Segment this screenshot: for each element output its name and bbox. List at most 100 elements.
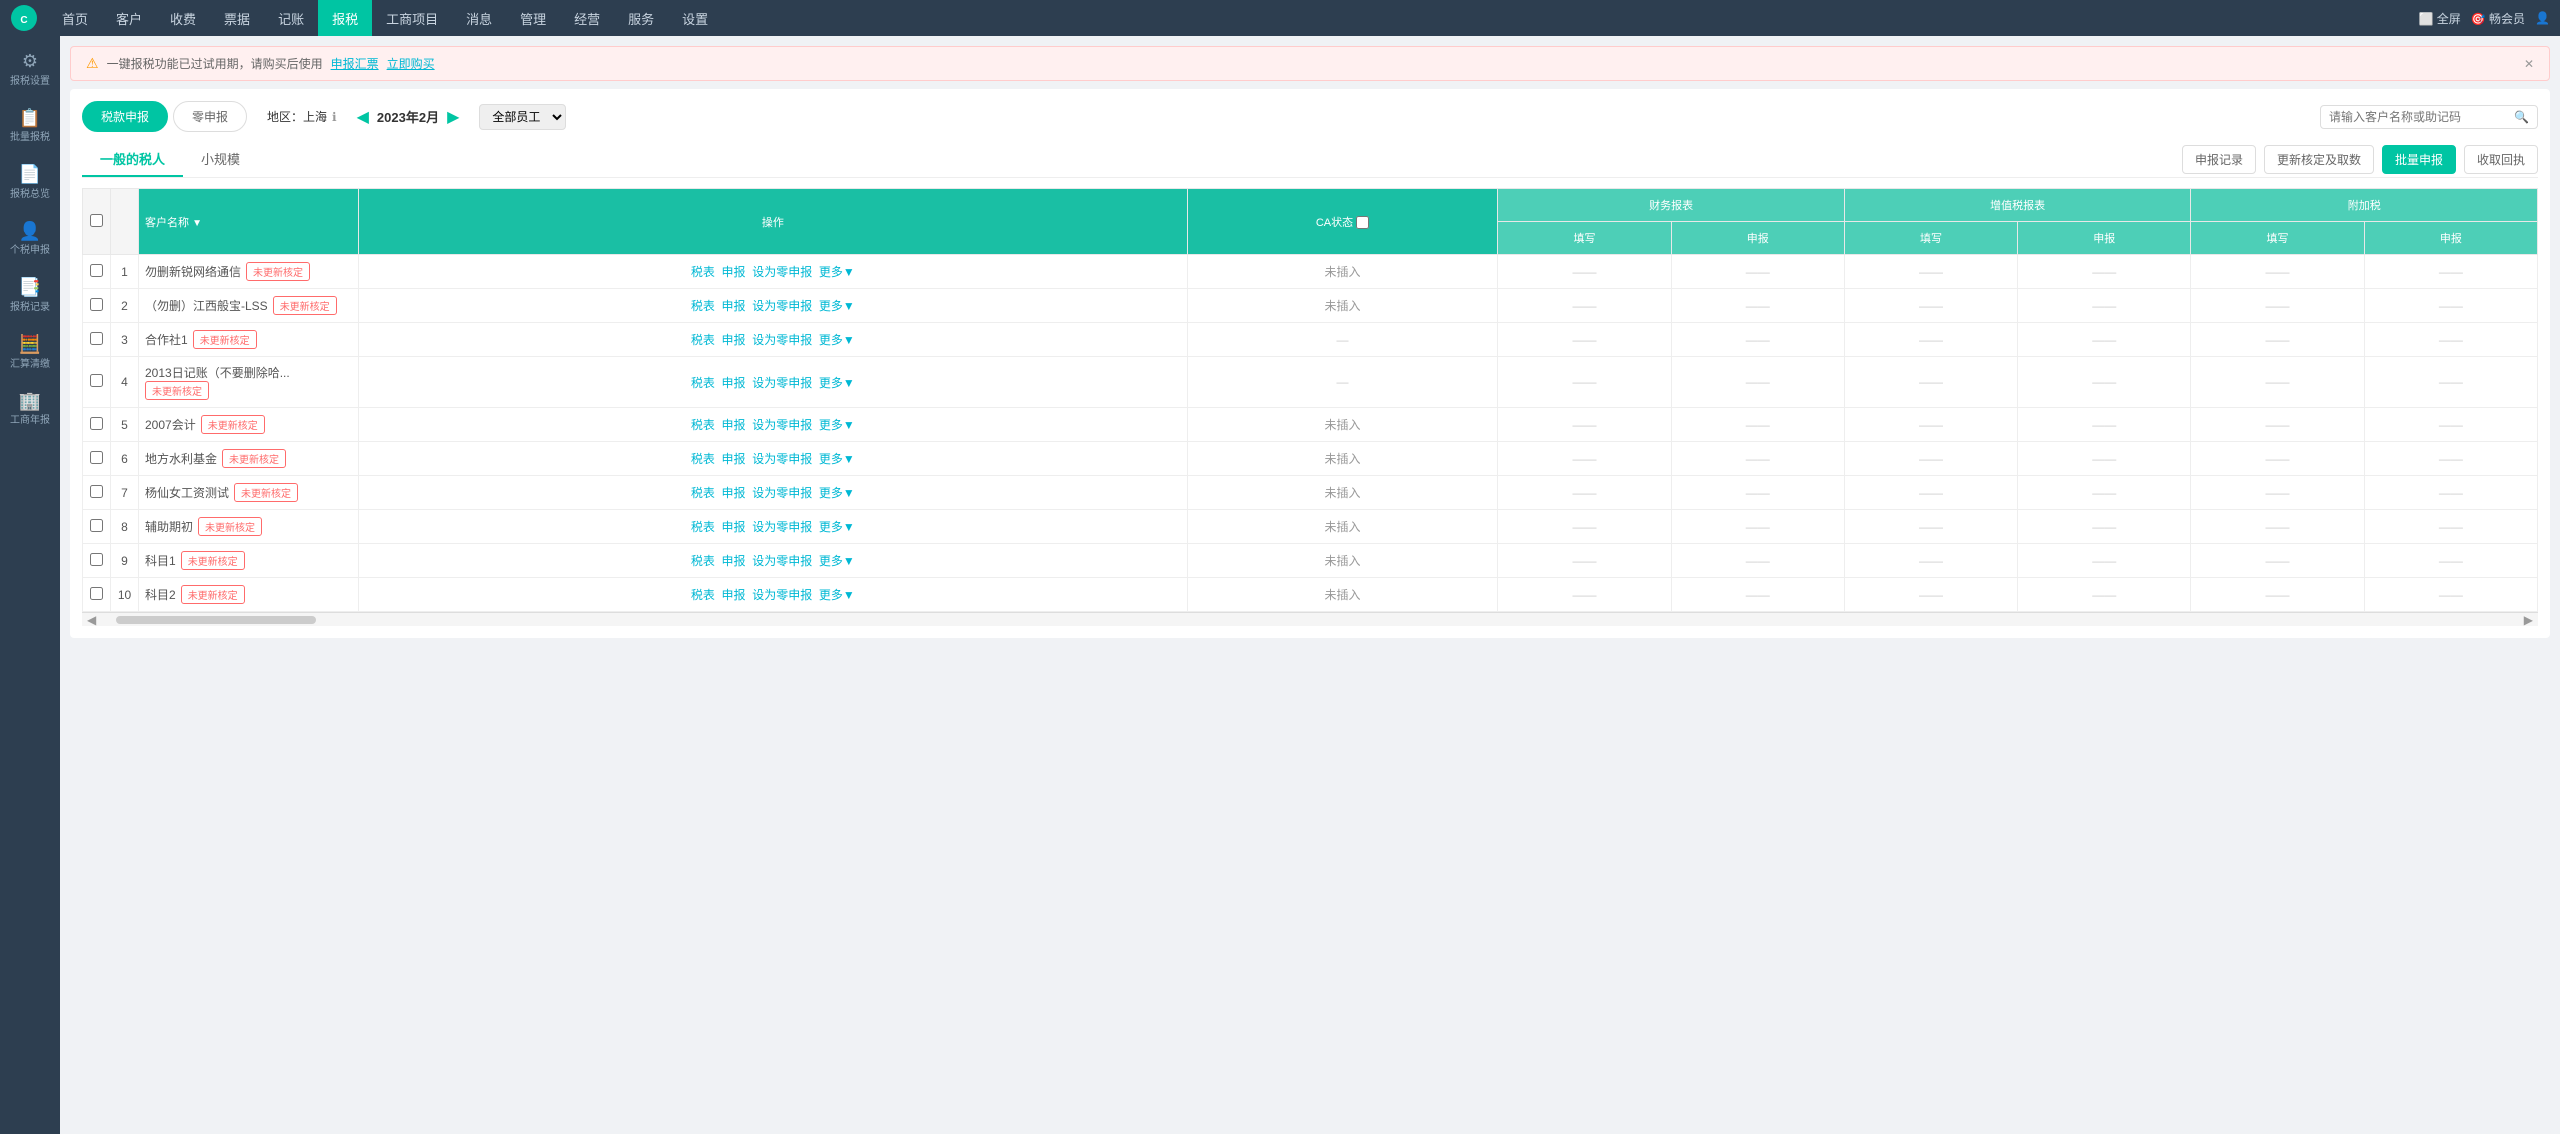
notice-link-declare[interactable]: 申报汇票 <box>331 55 379 72</box>
batch-declare-button[interactable]: 批量申报 <box>2382 145 2456 174</box>
vip-button[interactable]: 🎯 畅会员 <box>2471 10 2525 27</box>
op-btn-0[interactable]: 税表 <box>691 299 715 313</box>
row-checkbox-1[interactable] <box>90 298 103 311</box>
op-btn-2[interactable]: 设为零申报 <box>752 588 812 602</box>
op-btn-0[interactable]: 税表 <box>691 588 715 602</box>
select-all-checkbox[interactable] <box>90 214 103 227</box>
op-btn-0[interactable]: 税表 <box>691 452 715 466</box>
row-checkbox-8[interactable] <box>90 553 103 566</box>
op-btn-2[interactable]: 设为零申报 <box>752 418 812 432</box>
op-btn-1[interactable]: 申报 <box>722 376 746 390</box>
tab-tax-declare[interactable]: 税款申报 <box>82 101 168 132</box>
row-index: 6 <box>111 442 139 476</box>
collect-receipt-button[interactable]: 收取回执 <box>2464 145 2538 174</box>
declare-records-button[interactable]: 申报记录 <box>2182 145 2256 174</box>
op-btn-1[interactable]: 申报 <box>722 554 746 568</box>
info-icon[interactable]: ℹ <box>332 110 337 124</box>
op-btn-1[interactable]: 申报 <box>722 299 746 313</box>
scroll-left-arrow[interactable]: ◀ <box>87 613 96 627</box>
row-client-name: 科目2未更新核定 <box>139 578 359 612</box>
op-btn-3[interactable]: 更多▼ <box>819 486 855 500</box>
sidebar-item-tax-settings[interactable]: ⚙ 报税设置 <box>0 41 60 98</box>
op-btn-1[interactable]: 申报 <box>722 520 746 534</box>
op-btn-2[interactable]: 设为零申报 <box>752 265 812 279</box>
nav-tax[interactable]: 报税 <box>318 0 372 36</box>
op-btn-1[interactable]: 申报 <box>722 265 746 279</box>
op-btn-2[interactable]: 设为零申报 <box>752 299 812 313</box>
nav-bizproject[interactable]: 工商项目 <box>372 0 452 36</box>
row-checkbox-6[interactable] <box>90 485 103 498</box>
nav-billing[interactable]: 收费 <box>156 0 210 36</box>
notice-link-buy[interactable]: 立即购买 <box>387 55 435 72</box>
sidebar-item-batch-tax[interactable]: 📋 批量报税 <box>0 98 60 155</box>
user-avatar[interactable]: 👤 <box>2535 11 2550 25</box>
scroll-bar[interactable] <box>116 616 316 624</box>
search-input[interactable] <box>2329 110 2509 124</box>
op-btn-0[interactable]: 税表 <box>691 520 715 534</box>
nav-admin[interactable]: 管理 <box>506 0 560 36</box>
op-btn-3[interactable]: 更多▼ <box>819 588 855 602</box>
op-btn-3[interactable]: 更多▼ <box>819 554 855 568</box>
row-checkbox-0[interactable] <box>90 264 103 277</box>
subtab-general[interactable]: 一般的税人 <box>82 142 183 177</box>
subtab-small-scale[interactable]: 小规模 <box>183 142 258 177</box>
op-btn-3[interactable]: 更多▼ <box>819 299 855 313</box>
row-checkbox-5[interactable] <box>90 451 103 464</box>
op-btn-3[interactable]: 更多▼ <box>819 520 855 534</box>
op-btn-2[interactable]: 设为零申报 <box>752 452 812 466</box>
op-btn-3[interactable]: 更多▼ <box>819 452 855 466</box>
scroll-right-arrow[interactable]: ▶ <box>2524 613 2533 627</box>
nav-operation[interactable]: 经营 <box>560 0 614 36</box>
sidebar-item-personal-tax[interactable]: 👤 个税申报 <box>0 211 60 268</box>
fullscreen-button[interactable]: ⬜ 全屏 <box>2418 10 2460 27</box>
tab-zero-declare[interactable]: 零申报 <box>173 101 247 132</box>
row-checkbox-3[interactable] <box>90 374 103 387</box>
op-btn-2[interactable]: 设为零申报 <box>752 520 812 534</box>
nav-service[interactable]: 服务 <box>614 0 668 36</box>
search-icon[interactable]: 🔍 <box>2514 110 2529 124</box>
row-checkbox-7[interactable] <box>90 519 103 532</box>
notice-close-button[interactable]: ✕ <box>2524 57 2534 71</box>
row-index: 7 <box>111 476 139 510</box>
op-btn-1[interactable]: 申报 <box>722 333 746 347</box>
nav-message[interactable]: 消息 <box>452 0 506 36</box>
op-btn-0[interactable]: 税表 <box>691 265 715 279</box>
sidebar-item-reconciliation[interactable]: 🧮 汇算清缴 <box>0 324 60 381</box>
op-btn-0[interactable]: 税表 <box>691 486 715 500</box>
op-btn-2[interactable]: 设为零申报 <box>752 333 812 347</box>
staff-dropdown[interactable]: 全部员工 <box>479 104 566 130</box>
op-btn-1[interactable]: 申报 <box>722 418 746 432</box>
sidebar-item-tax-overview[interactable]: 📄 报税总览 <box>0 154 60 211</box>
row-col-5: —— <box>2364 323 2537 357</box>
op-btn-0[interactable]: 税表 <box>691 418 715 432</box>
row-checkbox-2[interactable] <box>90 332 103 345</box>
nav-home[interactable]: 首页 <box>48 0 102 36</box>
th-client-name: 客户名称 ▼ <box>139 189 359 255</box>
op-btn-1[interactable]: 申报 <box>722 452 746 466</box>
next-month-button[interactable]: ▶ <box>447 107 459 127</box>
update-quota-button[interactable]: 更新核定及取数 <box>2264 145 2374 174</box>
op-btn-2[interactable]: 设为零申报 <box>752 376 812 390</box>
op-btn-1[interactable]: 申报 <box>722 486 746 500</box>
op-btn-0[interactable]: 税表 <box>691 376 715 390</box>
op-btn-2[interactable]: 设为零申报 <box>752 554 812 568</box>
nav-clients[interactable]: 客户 <box>102 0 156 36</box>
row-checkbox-4[interactable] <box>90 417 103 430</box>
nav-settings[interactable]: 设置 <box>668 0 722 36</box>
row-col-1: —— <box>1671 357 1844 408</box>
op-btn-0[interactable]: 税表 <box>691 333 715 347</box>
sidebar-item-tax-records[interactable]: 📑 报税记录 <box>0 267 60 324</box>
op-btn-3[interactable]: 更多▼ <box>819 418 855 432</box>
op-btn-0[interactable]: 税表 <box>691 554 715 568</box>
op-btn-3[interactable]: 更多▼ <box>819 376 855 390</box>
op-btn-1[interactable]: 申报 <box>722 588 746 602</box>
prev-month-button[interactable]: ◀ <box>357 107 369 127</box>
row-checkbox-9[interactable] <box>90 587 103 600</box>
op-btn-3[interactable]: 更多▼ <box>819 333 855 347</box>
ca-filter-checkbox[interactable] <box>1356 216 1369 229</box>
op-btn-2[interactable]: 设为零申报 <box>752 486 812 500</box>
nav-invoice[interactable]: 票据 <box>210 0 264 36</box>
sidebar-item-annual-report[interactable]: 🏢 工商年报 <box>0 381 60 438</box>
op-btn-3[interactable]: 更多▼ <box>819 265 855 279</box>
nav-accounting[interactable]: 记账 <box>264 0 318 36</box>
